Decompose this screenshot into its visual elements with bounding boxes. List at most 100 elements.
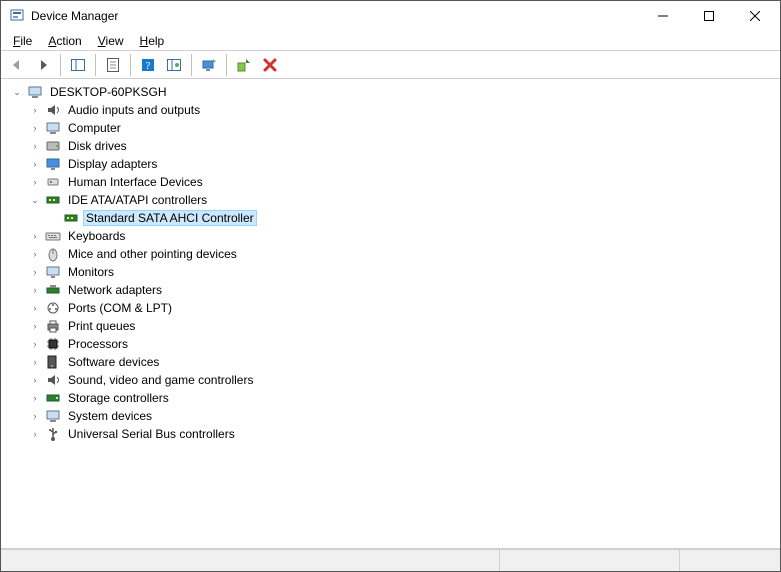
expand-collapse-icon[interactable]: › [29, 410, 41, 422]
category-label: Storage controllers [65, 390, 172, 406]
tree-root[interactable]: ⌄ DESKTOP-60PKSGH [11, 83, 778, 101]
toolbar-separator [95, 54, 96, 76]
toolbar-separator [226, 54, 227, 76]
titlebar: Device Manager [1, 1, 780, 31]
minimize-button[interactable] [640, 1, 686, 31]
status-cell [680, 550, 780, 571]
category-label: Ports (COM & LPT) [65, 300, 175, 316]
sound-icon [45, 372, 61, 388]
category-keyboards[interactable]: › Keyboards [29, 227, 778, 245]
toolbar-separator [130, 54, 131, 76]
usb-icon [45, 426, 61, 442]
category-audio-inputs-and-outputs[interactable]: ›Audio inputs and outputs [29, 101, 778, 119]
expand-collapse-icon[interactable]: ⌄ [29, 194, 41, 206]
category-display-adapters[interactable]: › Display adapters [29, 155, 778, 173]
category-system-devices[interactable]: › System devices [29, 407, 778, 425]
device-tree[interactable]: ⌄ DESKTOP-60PKSGH ›Audio inputs and outp… [1, 79, 780, 549]
network-icon [45, 282, 61, 298]
keyboard-icon [45, 228, 61, 244]
ide-icon [63, 210, 79, 226]
category-label: Display adapters [65, 156, 160, 172]
toolbar: ? [1, 51, 780, 79]
category-label: System devices [65, 408, 155, 424]
category-label: Print queues [65, 318, 138, 334]
expand-collapse-icon[interactable]: › [29, 176, 41, 188]
update-driver-button[interactable] [162, 53, 186, 77]
menu-help[interactable]: Help [134, 33, 171, 49]
computer-icon [27, 84, 43, 100]
expand-collapse-icon[interactable]: › [29, 140, 41, 152]
toolbar-separator [60, 54, 61, 76]
ide-icon [45, 192, 61, 208]
status-cell [500, 550, 680, 571]
system-icon [45, 408, 61, 424]
category-label: IDE ATA/ATAPI controllers [65, 192, 210, 208]
close-button[interactable] [732, 1, 778, 31]
category-label: Software devices [65, 354, 162, 370]
back-button[interactable] [5, 53, 29, 77]
ports-icon [45, 300, 61, 316]
scan-hardware-button[interactable] [197, 53, 221, 77]
expand-collapse-icon[interactable]: › [29, 320, 41, 332]
expand-collapse-icon[interactable]: › [29, 392, 41, 404]
menu-action[interactable]: Action [42, 33, 87, 49]
category-label: Monitors [65, 264, 117, 280]
print-icon [45, 318, 61, 334]
expand-collapse-icon[interactable]: ⌄ [11, 86, 23, 98]
category-label: Computer [65, 120, 124, 136]
category-label: Processors [65, 336, 131, 352]
category-label: Network adapters [65, 282, 165, 298]
expand-collapse-icon[interactable]: › [29, 338, 41, 350]
category-storage-controllers[interactable]: › Storage controllers [29, 389, 778, 407]
enable-device-button[interactable] [232, 53, 256, 77]
category-label: Human Interface Devices [65, 174, 206, 190]
expand-collapse-icon[interactable]: › [29, 266, 41, 278]
mouse-icon [45, 246, 61, 262]
disk-icon [45, 138, 61, 154]
maximize-button[interactable] [686, 1, 732, 31]
device-label: Standard SATA AHCI Controller [83, 210, 257, 226]
show-hide-tree-button[interactable] [66, 53, 90, 77]
expand-collapse-icon[interactable]: › [29, 356, 41, 368]
uninstall-device-button[interactable] [258, 53, 282, 77]
monitor-icon [45, 264, 61, 280]
category-sound-video-and-game-controllers[interactable]: ›Sound, video and game controllers [29, 371, 778, 389]
forward-button[interactable] [31, 53, 55, 77]
category-universal-serial-bus-controllers[interactable]: › Universal Serial Bus controllers [29, 425, 778, 443]
category-processors[interactable]: › Processors [29, 335, 778, 353]
menu-file[interactable]: File [7, 33, 38, 49]
help-button[interactable]: ? [136, 53, 160, 77]
category-mice-and-other-pointing-devices[interactable]: ›Mice and other pointing devices [29, 245, 778, 263]
expand-collapse-icon[interactable]: › [29, 374, 41, 386]
expand-collapse-icon[interactable]: › [29, 428, 41, 440]
expand-collapse-icon[interactable]: › [29, 284, 41, 296]
display-icon [45, 156, 61, 172]
category-label: Universal Serial Bus controllers [65, 426, 238, 442]
category-human-interface-devices[interactable]: › Human Interface Devices [29, 173, 778, 191]
expand-collapse-icon[interactable]: › [29, 248, 41, 260]
category-software-devices[interactable]: › Software devices [29, 353, 778, 371]
menu-view[interactable]: View [92, 33, 130, 49]
category-computer[interactable]: › Computer [29, 119, 778, 137]
expand-collapse-icon[interactable]: › [29, 104, 41, 116]
category-network-adapters[interactable]: › Network adapters [29, 281, 778, 299]
expand-collapse-icon[interactable]: › [29, 302, 41, 314]
storage-icon [45, 390, 61, 406]
category-disk-drives[interactable]: ›Disk drives [29, 137, 778, 155]
toolbar-separator [191, 54, 192, 76]
category-monitors[interactable]: › Monitors [29, 263, 778, 281]
expand-collapse-icon[interactable]: › [29, 122, 41, 134]
device-standard-sata-ahci-controller[interactable]: ›Standard SATA AHCI Controller [47, 209, 778, 227]
status-cell [1, 550, 500, 571]
window-title: Device Manager [31, 9, 640, 23]
category-ide-ata-atapi-controllers[interactable]: ⌄ IDE ATA/ATAPI controllers [29, 191, 778, 209]
category-ports-com-lpt-[interactable]: › Ports (COM & LPT) [29, 299, 778, 317]
app-icon [9, 8, 25, 24]
category-label: Keyboards [65, 228, 128, 244]
root-label: DESKTOP-60PKSGH [47, 84, 169, 100]
expand-collapse-icon[interactable]: › [29, 158, 41, 170]
category-print-queues[interactable]: › Print queues [29, 317, 778, 335]
svg-text:?: ? [146, 60, 151, 72]
properties-button[interactable] [101, 53, 125, 77]
expand-collapse-icon[interactable]: › [29, 230, 41, 242]
